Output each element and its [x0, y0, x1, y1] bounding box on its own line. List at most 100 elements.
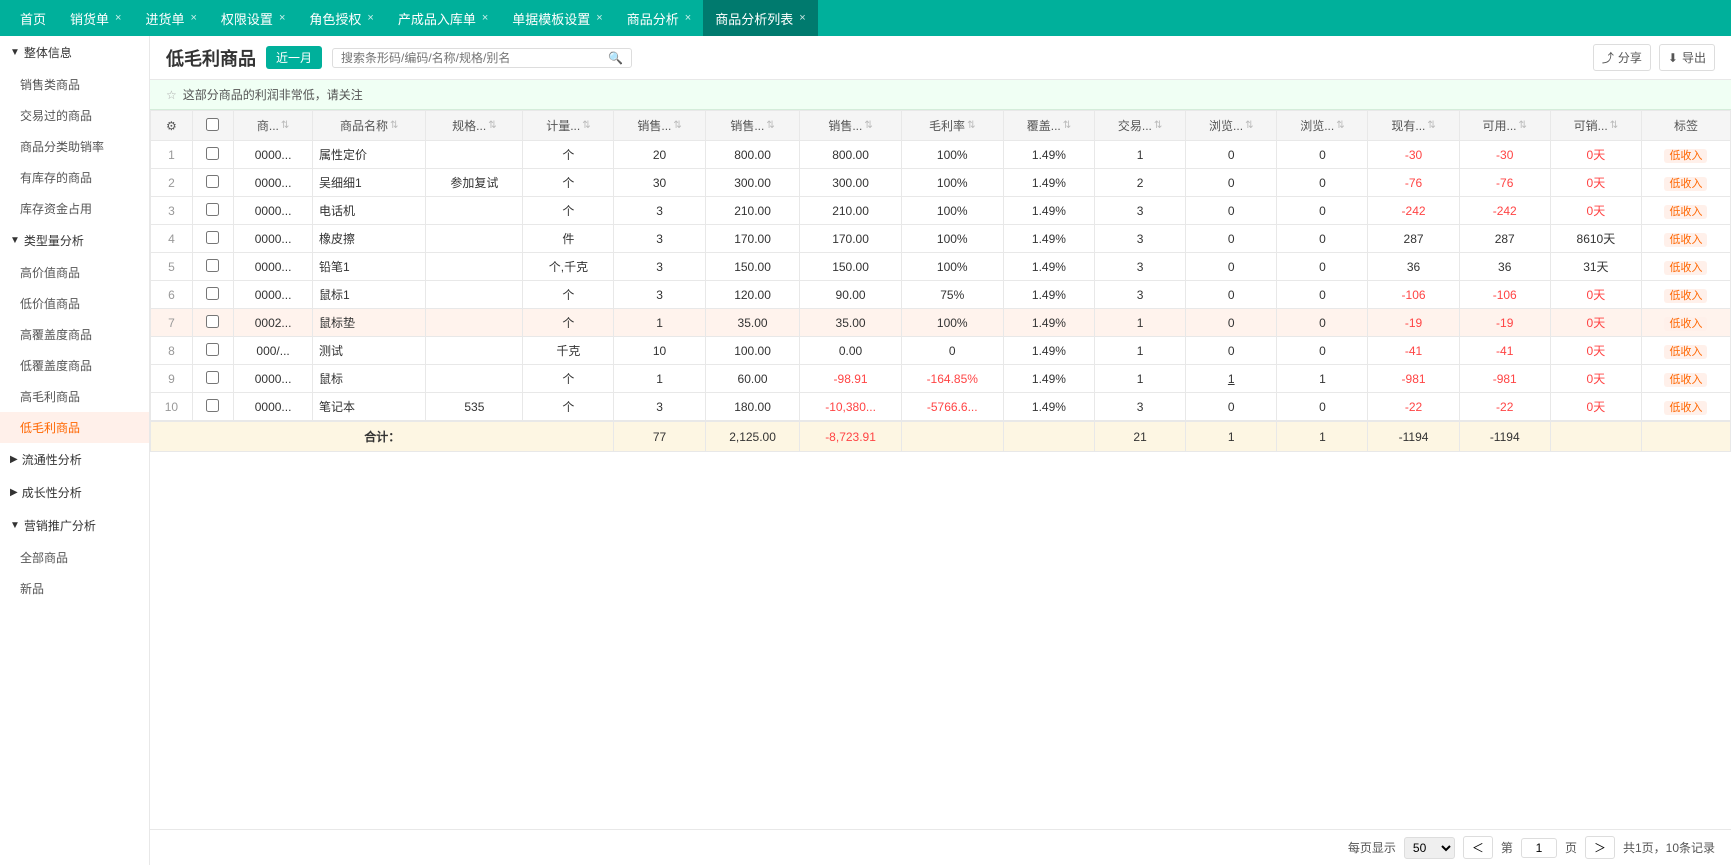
col-sales-price[interactable]: 销售...⇅ — [705, 111, 800, 141]
close-icon[interactable]: × — [685, 12, 691, 24]
col-unit[interactable]: 计量...⇅ — [523, 111, 614, 141]
per-page-select[interactable]: 50 100 200 — [1404, 837, 1455, 859]
row-select-checkbox[interactable] — [206, 203, 219, 216]
next-page-button[interactable]: ＞ — [1585, 836, 1615, 859]
close-icon[interactable]: × — [799, 12, 805, 24]
export-button[interactable]: ⬇ 导出 — [1659, 44, 1715, 71]
browse1-link[interactable]: 1 — [1228, 372, 1235, 386]
row-checkbox[interactable] — [192, 141, 233, 169]
col-sales-profit[interactable]: 销售...⇅ — [800, 111, 901, 141]
row-select-checkbox[interactable] — [206, 315, 219, 328]
row-sales-qty: 10 — [614, 337, 705, 365]
row-checkbox[interactable] — [192, 309, 233, 337]
sidebar-item-high-coverage[interactable]: 高覆盖度商品 — [0, 319, 149, 350]
row-code: 000/... — [234, 337, 313, 365]
close-icon[interactable]: × — [367, 12, 373, 24]
row-checkbox[interactable] — [192, 253, 233, 281]
sort-icon: ⇅ — [766, 120, 774, 131]
col-current-stock[interactable]: 现有...⇅ — [1368, 111, 1459, 141]
col-gross-rate[interactable]: 毛利率⇅ — [901, 111, 1003, 141]
close-icon[interactable]: × — [115, 12, 121, 24]
col-browse1[interactable]: 浏览...⇅ — [1186, 111, 1277, 141]
search-input[interactable] — [341, 51, 608, 65]
row-checkbox[interactable] — [192, 365, 233, 393]
col-spec[interactable]: 规格...⇅ — [426, 111, 523, 141]
row-browse2: 0 — [1277, 281, 1368, 309]
row-sales-qty: 1 — [614, 309, 705, 337]
sort-icon: ⇅ — [1245, 120, 1253, 131]
col-sales-qty[interactable]: 销售...⇅ — [614, 111, 705, 141]
prev-page-button[interactable]: ＜ — [1463, 836, 1493, 859]
row-checkbox[interactable] — [192, 393, 233, 422]
nav-purchase-order[interactable]: 进货单 × — [133, 0, 208, 36]
row-select-checkbox[interactable] — [206, 371, 219, 384]
col-browse2[interactable]: 浏览...⇅ — [1277, 111, 1368, 141]
sidebar-item-sales-products[interactable]: 销售类商品 — [0, 69, 149, 100]
close-icon[interactable]: × — [482, 12, 488, 24]
col-name[interactable]: 商品名称⇅ — [313, 111, 426, 141]
col-saleable[interactable]: 可销...⇅ — [1550, 111, 1641, 141]
search-icon[interactable]: 🔍 — [608, 51, 623, 65]
row-select-checkbox[interactable] — [206, 259, 219, 272]
row-select-checkbox[interactable] — [206, 147, 219, 160]
sidebar-item-in-stock-products[interactable]: 有库存的商品 — [0, 162, 149, 193]
close-icon[interactable]: × — [596, 12, 602, 24]
sidebar-item-category-sales-rate[interactable]: 商品分类助销率 — [0, 131, 149, 162]
warning-bar: ☆ 这部分商品的利润非常低，请关注 — [150, 80, 1731, 110]
col-available[interactable]: 可用...⇅ — [1459, 111, 1550, 141]
chevron-right-icon: ▶ — [10, 487, 18, 498]
sort-icon: ⇅ — [673, 120, 681, 131]
row-select-checkbox[interactable] — [206, 231, 219, 244]
nav-product-analysis-list[interactable]: 商品分析列表 × — [703, 0, 817, 36]
page-number-input[interactable] — [1521, 838, 1557, 858]
row-browse1[interactable]: 1 — [1186, 365, 1277, 393]
page-of-label: 页 — [1565, 839, 1577, 856]
row-checkbox[interactable] — [192, 337, 233, 365]
row-select-checkbox[interactable] — [206, 343, 219, 356]
sidebar-item-high-gross[interactable]: 高毛利商品 — [0, 381, 149, 412]
sidebar-item-low-value[interactable]: 低价值商品 — [0, 288, 149, 319]
sidebar-item-low-coverage[interactable]: 低覆盖度商品 — [0, 350, 149, 381]
share-button[interactable]: ⤴ 分享 — [1593, 44, 1651, 71]
sidebar-section-marketing[interactable]: ▼ 营销推广分析 — [0, 509, 149, 542]
col-settings[interactable]: ⚙ — [151, 111, 193, 141]
data-table: ⚙ 商...⇅ 商品名称⇅ 规格...⇅ 计量...⇅ 销售...⇅ 销售...… — [150, 110, 1731, 452]
sidebar-item-traded-products[interactable]: 交易过的商品 — [0, 100, 149, 131]
row-checkbox[interactable] — [192, 169, 233, 197]
sidebar-section-growth[interactable]: ▶ 成长性分析 — [0, 476, 149, 509]
row-select-checkbox[interactable] — [206, 175, 219, 188]
select-all-checkbox[interactable] — [206, 118, 219, 131]
nav-role-auth[interactable]: 角色授权 × — [297, 0, 385, 36]
sidebar-section-type-analysis[interactable]: ▼ 类型量分析 — [0, 224, 149, 257]
nav-home[interactable]: 首页 — [8, 0, 58, 36]
tag-badge: 低收入 — [1664, 373, 1707, 387]
sidebar-item-all-products[interactable]: 全部商品 — [0, 542, 149, 573]
sidebar-item-new-products[interactable]: 新品 — [0, 573, 149, 604]
row-checkbox[interactable] — [192, 197, 233, 225]
sidebar-item-low-gross[interactable]: 低毛利商品 — [0, 412, 149, 443]
row-select-checkbox[interactable] — [206, 287, 219, 300]
total-sales-qty: 77 — [614, 421, 705, 452]
row-checkbox[interactable] — [192, 281, 233, 309]
col-trade-count[interactable]: 交易...⇅ — [1095, 111, 1186, 141]
date-filter-button[interactable]: 近一月 — [266, 46, 322, 69]
col-coverage[interactable]: 覆盖...⇅ — [1003, 111, 1094, 141]
row-checkbox[interactable] — [192, 225, 233, 253]
close-icon[interactable]: × — [190, 12, 196, 24]
nav-product-analysis[interactable]: 商品分析 × — [615, 0, 703, 36]
row-sales-price: 150.00 — [705, 253, 800, 281]
nav-permission-settings[interactable]: 权限设置 × — [209, 0, 297, 36]
sidebar-section-liquidity[interactable]: ▶ 流通性分析 — [0, 443, 149, 476]
row-browse2: 0 — [1277, 141, 1368, 169]
row-sales-profit: 150.00 — [800, 253, 901, 281]
nav-product-inbound[interactable]: 产成品入库单 × — [386, 0, 500, 36]
close-icon[interactable]: × — [279, 12, 285, 24]
sidebar-section-overall[interactable]: ▼ 整体信息 — [0, 36, 149, 69]
row-select-checkbox[interactable] — [206, 399, 219, 412]
sidebar-item-stock-capital[interactable]: 库存资金占用 — [0, 193, 149, 224]
sidebar-item-high-value[interactable]: 高价值商品 — [0, 257, 149, 288]
col-code[interactable]: 商...⇅ — [234, 111, 313, 141]
nav-template-settings[interactable]: 单据模板设置 × — [500, 0, 614, 36]
col-checkbox[interactable] — [192, 111, 233, 141]
nav-sales-order[interactable]: 销货单 × — [58, 0, 133, 36]
